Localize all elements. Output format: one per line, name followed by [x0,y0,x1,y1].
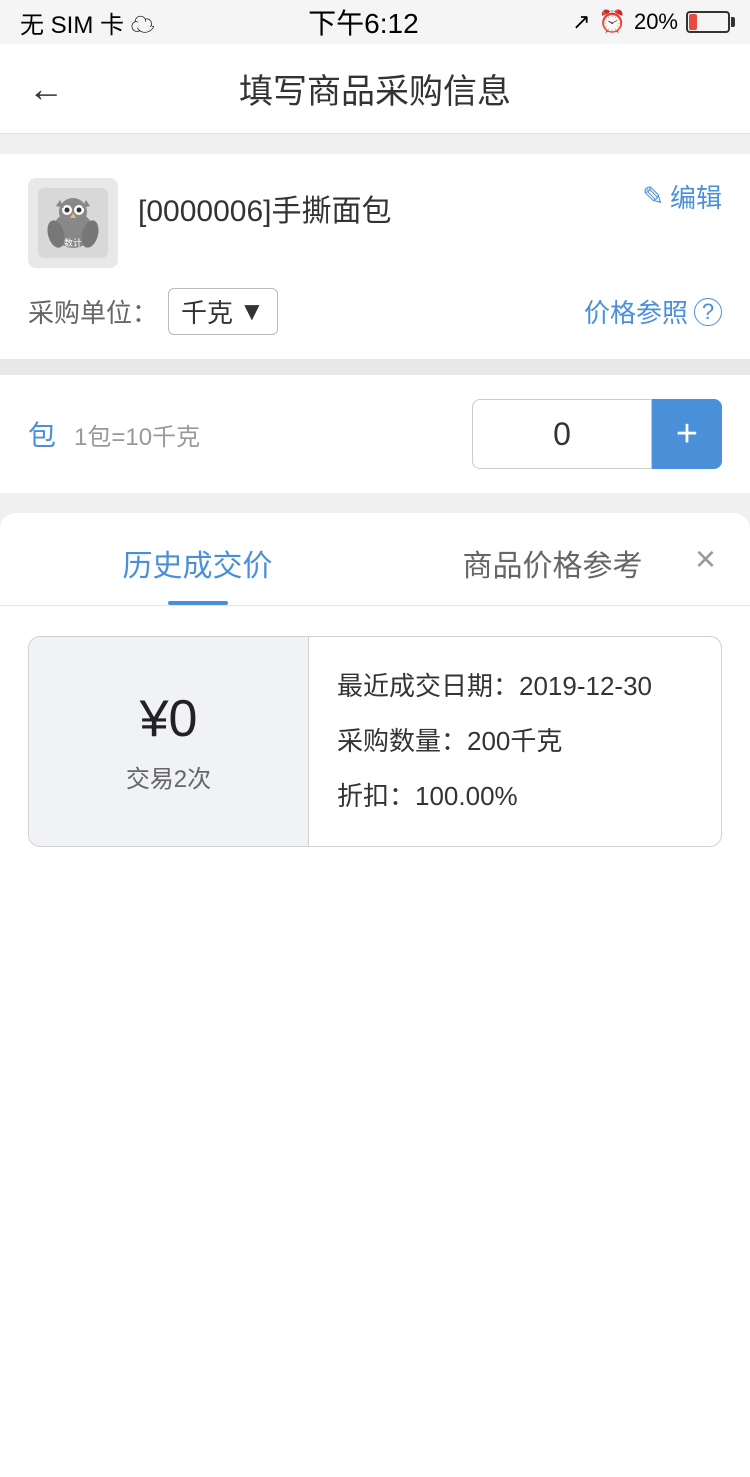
battery-icon [686,11,730,33]
status-right: ↗ ⏰ 20% [572,9,730,35]
price-ref-label: 价格参照 [584,293,688,330]
bottom-space [0,877,750,1477]
page-title: 填写商品采购信息 [239,64,511,113]
date-value: 2019-12-30 [519,671,652,701]
price-quantity-row: 采购数量：200千克 [337,722,693,761]
quantity-plus-button[interactable]: + [652,399,722,469]
discount-value: 100.00% [415,781,518,811]
back-button[interactable]: ← [28,68,64,110]
nav-bar: ← 填写商品采购信息 [0,44,750,134]
location-icon: ↗ [572,9,590,35]
tab-history-price[interactable]: 历史成交价 [20,513,375,605]
tab-history-label: 历史成交价 [123,550,273,583]
status-left: 无 SIM 卡 ☁ [20,5,155,40]
date-label: 最近成交日期： [337,671,519,701]
status-bar: 无 SIM 卡 ☁ 下午6:12 ↗ ⏰ 20% [0,0,750,44]
edit-label: 编辑 [670,178,722,215]
svg-text:数计: 数计 [64,237,82,248]
price-amount: ¥0 [140,689,198,749]
quantity-conversion: 1包=10千克 [74,417,200,452]
unit-label: 采购单位： [28,293,158,330]
product-info: 数计 [0000006]手撕面包 [28,178,391,268]
qty-value: 200千克 [467,726,562,756]
price-date-row: 最近成交日期：2019-12-30 [337,667,693,706]
alarm-icon: ⏰ [599,9,626,35]
quantity-controls: 0 + [472,399,722,469]
battery-percent: 20% [634,9,678,35]
product-logo-icon: 数计 [38,188,108,258]
tab-reference-label: 商品价格参考 [463,550,643,583]
quantity-row: 包 1包=10千克 0 + [0,375,750,493]
price-details-right: 最近成交日期：2019-12-30 采购数量：200千克 折扣：100.00% [309,637,721,846]
price-ref-help-icon: ? [694,298,722,326]
price-card: ¥0 交易2次 最近成交日期：2019-12-30 采购数量：200千克 折扣：… [28,636,722,847]
discount-label: 折扣： [337,781,415,811]
tabs-section: 历史成交价 商品价格参考 × ¥0 交易2次 最近成交日期：2019-12-30… [0,513,750,877]
status-time: 下午6:12 [308,2,419,42]
tabs-close-button[interactable]: × [685,528,726,590]
unit-value: 千克 [181,293,233,330]
tab-price-reference[interactable]: 商品价格参考 [375,513,730,605]
product-unit-row: 采购单位： 千克 ▼ 价格参照 ? [28,288,722,335]
edit-icon: ✎ [642,181,664,212]
price-summary-left: ¥0 交易2次 [29,637,309,846]
tabs-header: 历史成交价 商品价格参考 × [0,513,750,606]
tab-active-indicator [168,601,228,605]
history-content: ¥0 交易2次 最近成交日期：2019-12-30 采购数量：200千克 折扣：… [0,606,750,877]
qty-label: 采购数量： [337,726,467,756]
price-transactions: 交易2次 [126,759,211,794]
product-title: [0000006]手撕面包 [138,186,391,230]
unit-dropdown[interactable]: 千克 ▼ [168,288,278,335]
price-discount-row: 折扣：100.00% [337,777,693,816]
edit-button[interactable]: ✎ 编辑 [642,178,722,215]
product-header: 数计 [0000006]手撕面包 ✎ 编辑 [28,178,722,268]
sim-status: 无 SIM 卡 ☁ [20,5,155,40]
quantity-unit-icon: 包 [28,414,56,454]
product-card: 数计 [0000006]手撕面包 ✎ 编辑 采购单位： 千克 ▼ 价格参照 ? [0,154,750,359]
section-divider [0,359,750,375]
dropdown-arrow-icon: ▼ [239,296,265,327]
quantity-input[interactable]: 0 [472,399,652,469]
product-image: 数计 [28,178,118,268]
price-ref-button[interactable]: 价格参照 ? [584,293,722,330]
